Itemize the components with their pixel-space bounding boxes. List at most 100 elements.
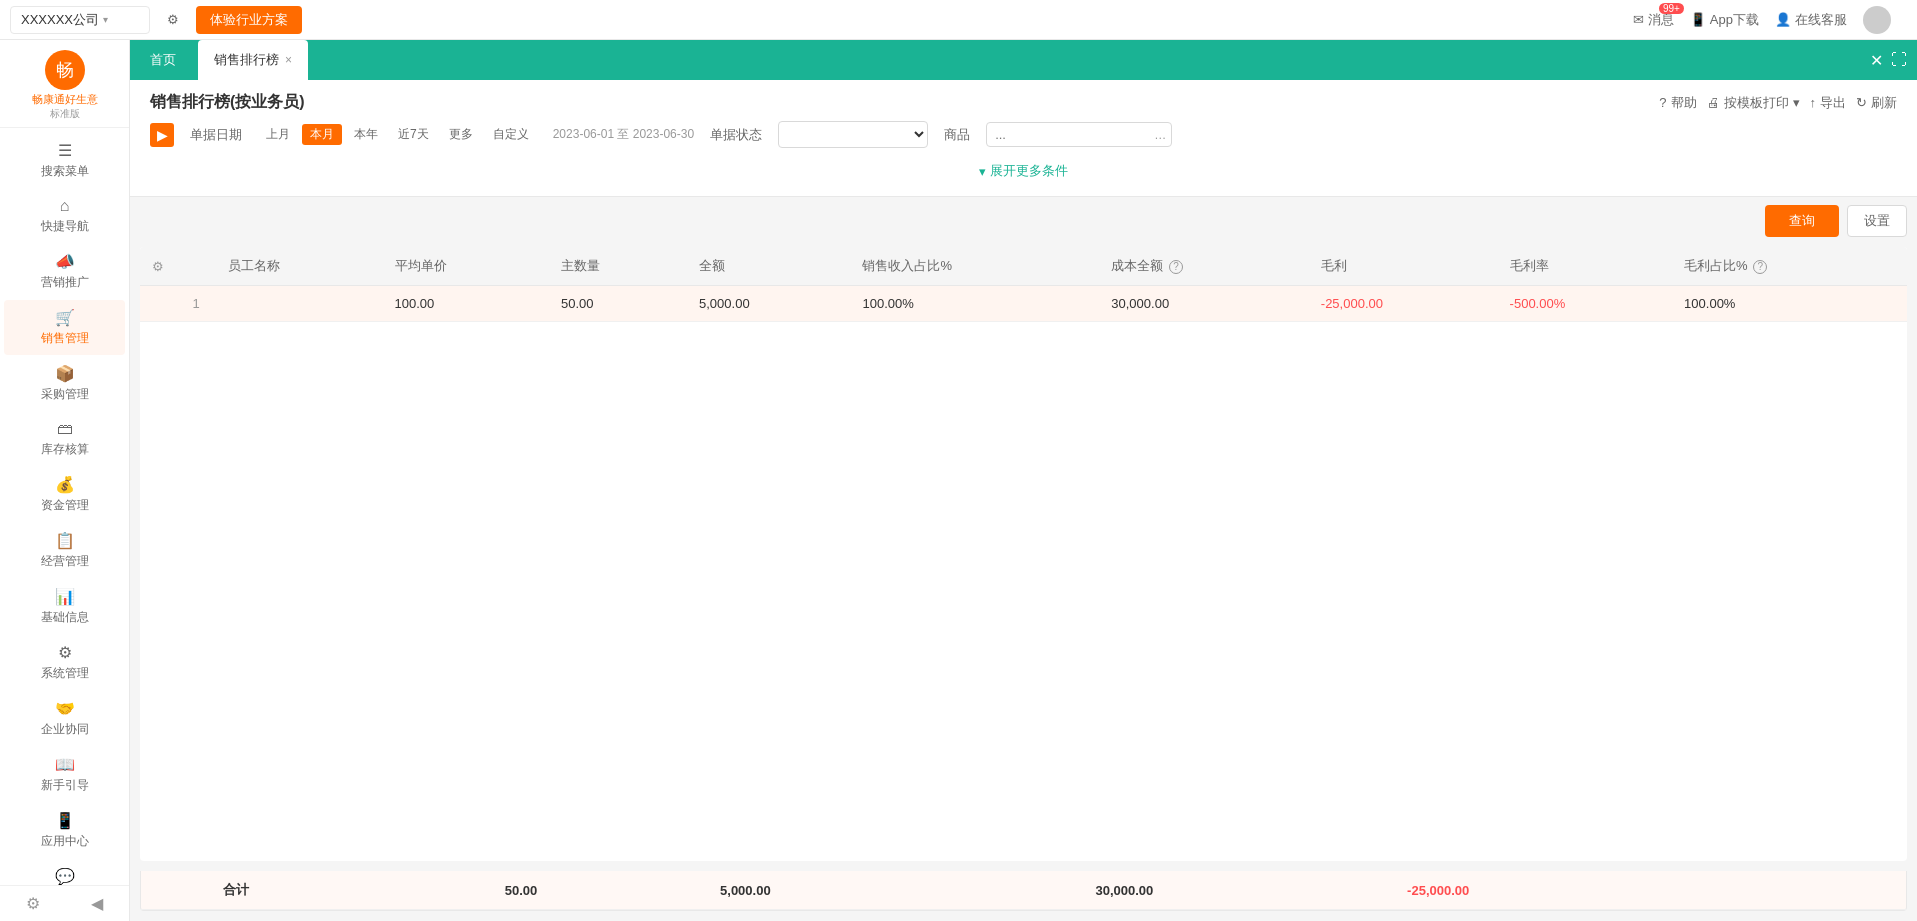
- message-icon: ✉: [1633, 12, 1644, 27]
- expand-chevron-icon: ▾: [979, 164, 986, 179]
- col-cost-amount: 成本全额 ?: [1099, 247, 1309, 286]
- sidebar-item-system[interactable]: ⚙ 系统管理: [4, 635, 125, 690]
- sidebar-item-search[interactable]: ☰ 搜索菜单: [4, 133, 125, 188]
- logo-area: 畅 畅康通好生意 标准版: [0, 40, 129, 128]
- print-label: 按模板打印: [1724, 94, 1789, 112]
- expand-row: ▾ 展开更多条件: [150, 154, 1897, 188]
- table-setting-button[interactable]: 设置: [1847, 205, 1907, 237]
- row-sales-pct: 100.00%: [850, 286, 1099, 322]
- message-button[interactable]: ✉ 消息 99+: [1633, 11, 1674, 29]
- trial-button[interactable]: 体验行业方案: [196, 6, 302, 34]
- settings-button[interactable]: ⚙: [158, 5, 188, 35]
- online-service-button[interactable]: 👤 在线客服: [1775, 11, 1847, 29]
- page-content: 销售排行榜(按业务员) ? 帮助 🖨 按模板打印 ▾ ↑: [130, 80, 1917, 921]
- sidebar-item-finance[interactable]: 💰 资金管理: [4, 467, 125, 522]
- sidebar-item-purchase[interactable]: 📦 采购管理: [4, 356, 125, 411]
- tab-bar: 首页 销售排行榜 × ✕ ⛶: [130, 40, 1917, 80]
- goods-input[interactable]: [986, 122, 1172, 147]
- print-chevron: ▾: [1793, 95, 1800, 110]
- cost-amount-info-icon[interactable]: ?: [1169, 260, 1183, 274]
- sidebar-label-apps: 应用中心: [41, 833, 89, 850]
- footer-row: 合计 50.00 5,000.00 30,000.00 -25,000.00: [141, 871, 1906, 910]
- sidebar-item-guide[interactable]: 📖 新手引导: [4, 747, 125, 802]
- refresh-button[interactable]: ↻ 刷新: [1856, 94, 1897, 112]
- date-custom[interactable]: 自定义: [485, 124, 537, 145]
- date-label: 单据日期: [190, 126, 242, 144]
- export-label: 导出: [1820, 94, 1846, 112]
- export-button[interactable]: ↑ 导出: [1810, 94, 1847, 112]
- window-maximize-button[interactable]: ⛶: [1891, 51, 1907, 69]
- tab-sales-ranking[interactable]: 销售排行榜 ×: [198, 40, 308, 80]
- help-button[interactable]: ? 帮助: [1659, 94, 1696, 112]
- expand-more-btn[interactable]: ▾ 展开更多条件: [979, 162, 1068, 180]
- sidebar-item-marketing[interactable]: 📣 营销推广: [4, 244, 125, 299]
- footer-table: 合计 50.00 5,000.00 30,000.00 -25,000.00: [141, 871, 1906, 910]
- row-gross-profit: -25,000.00: [1309, 286, 1498, 322]
- date-this-month[interactable]: 本月: [302, 124, 342, 145]
- table-header-row: ⚙ 员工名称 平均单价 主数量 全额 销售收入占比% 成本全额 ?: [140, 247, 1907, 286]
- sidebar-label-nav: 快捷导航: [41, 218, 89, 235]
- sidebar-label-finance: 资金管理: [41, 497, 89, 514]
- expand-label: 展开更多条件: [990, 162, 1068, 180]
- col-rank: [176, 247, 216, 286]
- sidebar-item-collab[interactable]: 🤝 企业协同: [4, 691, 125, 746]
- goods-more-icon: …: [1154, 128, 1166, 142]
- sidebar-bottom: ⚙ ◀: [0, 885, 129, 921]
- sidebar-settings-button[interactable]: ⚙: [26, 894, 40, 913]
- page-header: 销售排行榜(按业务员) ? 帮助 🖨 按模板打印 ▾ ↑: [130, 80, 1917, 197]
- page-title-row: 销售排行榜(按业务员) ? 帮助 🖨 按模板打印 ▾ ↑: [150, 92, 1897, 113]
- footer-empty-1: [141, 871, 171, 910]
- avatar[interactable]: [1863, 6, 1891, 34]
- table-footer: 合计 50.00 5,000.00 30,000.00 -25,000.00: [140, 871, 1907, 911]
- date-last-month[interactable]: 上月: [258, 124, 298, 145]
- sidebar-item-operation[interactable]: 📋 经营管理: [4, 523, 125, 578]
- top-bar: XXXXXX公司 ▾ ⚙ 体验行业方案 ✉ 消息 99+ 📱 App下载 👤 在…: [0, 0, 1917, 40]
- window-close-button[interactable]: ✕: [1870, 51, 1883, 70]
- footer-qty: 50.00: [493, 871, 708, 910]
- sidebar-item-nav[interactable]: ⌂ 快捷导航: [4, 189, 125, 243]
- inventory-icon: 🗃: [57, 420, 73, 438]
- sidebar: 畅 畅康通好生意 标准版 ☰ 搜索菜单 ⌂ 快捷导航 📣 营销推广 🛒 销售管理: [0, 40, 130, 921]
- table-action-row: 查询 设置: [130, 197, 1917, 237]
- tab-bar-actions: ✕ ⛶: [1870, 51, 1917, 70]
- tab-close-icon[interactable]: ×: [285, 53, 292, 67]
- date-last-7days[interactable]: 近7天: [390, 124, 437, 145]
- query-button[interactable]: 查询: [1765, 205, 1839, 237]
- date-more[interactable]: 更多: [441, 124, 481, 145]
- sidebar-item-apps[interactable]: 📱 应用中心: [4, 803, 125, 858]
- col-avg-price: 平均单价: [383, 247, 550, 286]
- sidebar-item-sales[interactable]: 🛒 销售管理: [4, 300, 125, 355]
- search-menu-icon: ☰: [58, 141, 72, 160]
- export-icon: ↑: [1810, 95, 1817, 110]
- date-this-year[interactable]: 本年: [346, 124, 386, 145]
- filter-expand-arrow[interactable]: ▶: [150, 123, 174, 147]
- row-gross-pct: 100.00%: [1672, 286, 1907, 322]
- gross-pct-info-icon[interactable]: ?: [1753, 260, 1767, 274]
- tab-home[interactable]: 首页: [130, 40, 196, 80]
- sidebar-item-inventory[interactable]: 🗃 库存核算: [4, 412, 125, 466]
- print-button[interactable]: 🖨 按模板打印 ▾: [1707, 94, 1800, 112]
- sidebar-item-wechat[interactable]: 💬 企业微信: [4, 859, 125, 885]
- col-gross-profit: 毛利: [1309, 247, 1498, 286]
- content-area: 首页 销售排行榜 × ✕ ⛶ 销售排行榜(按业务员) ? 帮助: [130, 40, 1917, 921]
- wechat-icon: 💬: [55, 867, 75, 885]
- date-filters: 上月 本月 本年 近7天 更多 自定义: [258, 124, 537, 145]
- col-gross-pct: 毛利占比% ?: [1672, 247, 1907, 286]
- footer-empty-2: [171, 871, 211, 910]
- logo-char: 畅: [56, 58, 74, 82]
- company-selector[interactable]: XXXXXX公司 ▾: [10, 6, 150, 34]
- column-settings-icon[interactable]: ⚙: [152, 259, 164, 274]
- app-download-button[interactable]: 📱 App下载: [1690, 11, 1759, 29]
- date-range: 2023-06-01 至 2023-06-30: [553, 126, 694, 143]
- data-table: ⚙ 员工名称 平均单价 主数量 全额 销售收入占比% 成本全额 ?: [140, 247, 1907, 322]
- sidebar-collapse-button[interactable]: ◀: [91, 894, 103, 913]
- col-amount: 全额: [687, 247, 850, 286]
- footer-amount: 5,000.00: [708, 871, 992, 910]
- sidebar-item-basic[interactable]: 📊 基础信息: [4, 579, 125, 634]
- status-select[interactable]: [778, 121, 928, 148]
- main-layout: 畅 畅康通好生意 标准版 ☰ 搜索菜单 ⌂ 快捷导航 📣 营销推广 🛒 销售管理: [0, 40, 1917, 921]
- page-title: 销售排行榜(按业务员): [150, 92, 305, 113]
- footer-label: 合计: [211, 871, 401, 910]
- sidebar-label-search: 搜索菜单: [41, 163, 89, 180]
- tab-label: 销售排行榜: [214, 51, 279, 69]
